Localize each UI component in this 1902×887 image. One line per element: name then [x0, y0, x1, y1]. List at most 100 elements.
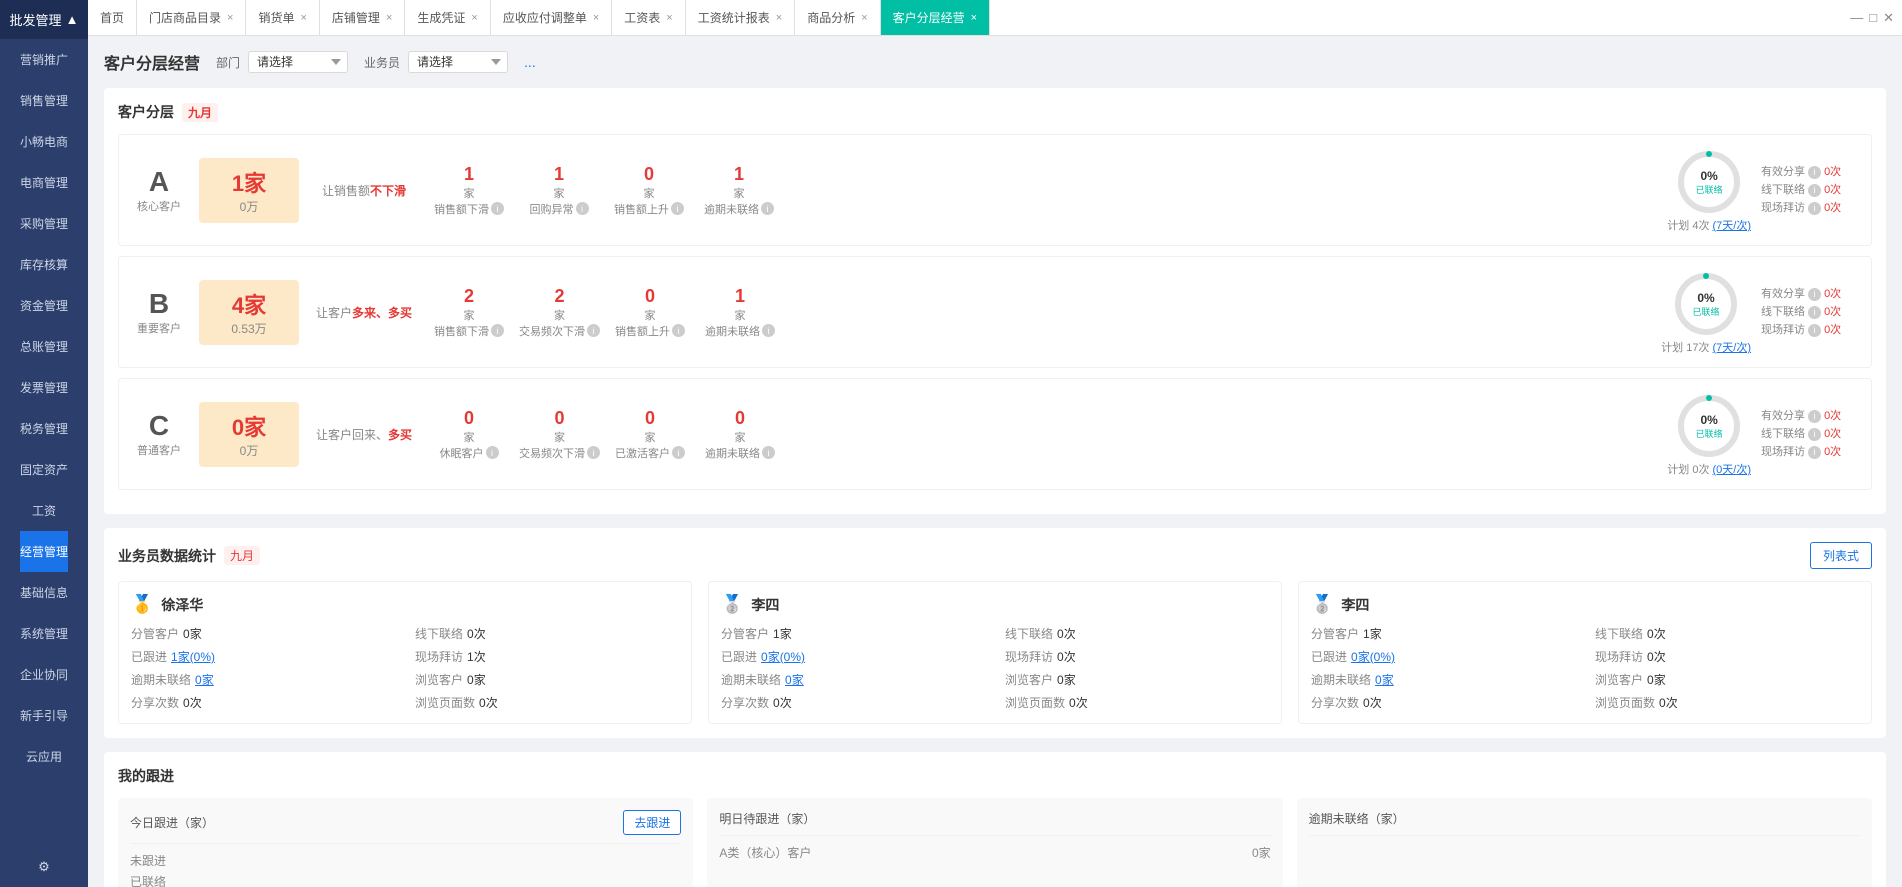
info-icon[interactable]: i: [672, 446, 685, 459]
plan-link[interactable]: (7天/次): [1713, 342, 1752, 354]
filter-more-btn[interactable]: ...: [524, 54, 536, 70]
sidebar-item-11[interactable]: 工资: [20, 490, 68, 531]
info-icon[interactable]: i: [1808, 446, 1821, 459]
sidebar-title[interactable]: 批发管理 ▲: [0, 0, 88, 39]
staff-stat-val[interactable]: 0家: [785, 671, 804, 688]
settings-button[interactable]: ⚙: [0, 847, 88, 887]
sidebar-item-0[interactable]: 营销推广: [20, 39, 68, 80]
info-icon[interactable]: i: [671, 202, 684, 215]
tab-close-6[interactable]: ×: [666, 12, 672, 24]
staff-stat-val[interactable]: 0家(0%): [761, 648, 805, 665]
tab-close-8[interactable]: ×: [861, 12, 867, 24]
sidebar-item-4[interactable]: 采购管理: [20, 203, 68, 244]
info-icon[interactable]: i: [1808, 324, 1821, 337]
tab-close-4[interactable]: ×: [471, 12, 477, 24]
tab-8[interactable]: 商品分析×: [795, 0, 880, 35]
tab-4[interactable]: 生成凭证×: [405, 0, 490, 35]
tab-2[interactable]: 销货单×: [246, 0, 319, 35]
info-icon[interactable]: i: [587, 446, 600, 459]
info-icon[interactable]: i: [491, 202, 504, 215]
info-icon[interactable]: i: [1808, 306, 1821, 319]
sidebar-item-13[interactable]: 基础信息: [20, 572, 68, 613]
sidebar-item-9[interactable]: 税务管理: [20, 408, 68, 449]
close-icon[interactable]: ✕: [1883, 10, 1894, 26]
info-icon[interactable]: i: [1808, 410, 1821, 423]
tab-close-9[interactable]: ×: [971, 12, 977, 24]
info-icon[interactable]: i: [762, 324, 775, 337]
tier-count-B[interactable]: 4家0.53万: [199, 280, 299, 345]
sidebar-item-15[interactable]: 企业协同: [20, 654, 68, 695]
sidebar-item-7[interactable]: 总账管理: [20, 326, 68, 367]
right-stat-label: 现场拜访 i: [1761, 321, 1821, 337]
sidebar-item-10[interactable]: 固定资产: [20, 449, 68, 490]
staff-stat-val[interactable]: 0家: [1375, 671, 1394, 688]
sidebar-item-5[interactable]: 库存核算: [20, 244, 68, 285]
tier-stat-A-3[interactable]: 1家逾期未联络 i: [699, 164, 779, 217]
tab-5[interactable]: 应收应付调整单×: [491, 0, 612, 35]
tier-count-C[interactable]: 0家0万: [199, 402, 299, 467]
staff-stat-label: 分管客户: [1311, 625, 1359, 642]
tab-1[interactable]: 门店商品目录×: [137, 0, 246, 35]
stat-label: 已激活客户 i: [610, 445, 690, 461]
tier-stat-B-1[interactable]: 2家交易频次下滑 i: [519, 286, 600, 339]
dept-select[interactable]: 请选择: [248, 51, 348, 73]
staff-stat-val[interactable]: 1家(0%): [171, 648, 215, 665]
maximize-icon[interactable]: □: [1869, 10, 1877, 25]
tier-stat-C-2[interactable]: 0家已激活客户 i: [610, 408, 690, 461]
info-icon[interactable]: i: [486, 446, 499, 459]
minimize-icon[interactable]: —: [1850, 10, 1863, 25]
tab-6[interactable]: 工资表×: [612, 0, 685, 35]
info-icon[interactable]: i: [1808, 288, 1821, 301]
tab-7[interactable]: 工资统计报表×: [686, 0, 795, 35]
staff-stat-val[interactable]: 0家: [195, 671, 214, 688]
staff-stat-label: 线下联络: [415, 625, 463, 642]
tab-close-2[interactable]: ×: [300, 12, 306, 24]
tier-big-number: 0家: [232, 415, 266, 440]
tier-stat-A-0[interactable]: 1家销售额下滑 i: [429, 164, 509, 217]
list-view-button[interactable]: 列表式: [1810, 542, 1872, 569]
info-icon[interactable]: i: [587, 324, 600, 337]
info-icon[interactable]: i: [491, 324, 504, 337]
tab-close-1[interactable]: ×: [227, 12, 233, 24]
info-icon[interactable]: i: [672, 324, 685, 337]
plan-link[interactable]: (0天/次): [1713, 464, 1752, 476]
goto-follow-button[interactable]: 去跟进: [623, 810, 681, 835]
info-icon[interactable]: i: [761, 202, 774, 215]
sidebar-item-17[interactable]: 云应用: [20, 736, 68, 777]
info-icon[interactable]: i: [1808, 184, 1821, 197]
sidebar-item-12[interactable]: 经营管理: [20, 531, 68, 572]
sidebar-item-6[interactable]: 资金管理: [20, 285, 68, 326]
info-icon[interactable]: i: [1808, 428, 1821, 441]
tab-close-3[interactable]: ×: [386, 12, 392, 24]
sidebar-item-1[interactable]: 销售管理: [20, 80, 68, 121]
tier-stat-A-2[interactable]: 0家销售额上升 i: [609, 164, 689, 217]
sidebar-item-16[interactable]: 新手引导: [20, 695, 68, 736]
info-icon[interactable]: i: [1808, 202, 1821, 215]
stat-unit: 家: [464, 188, 475, 200]
stat-num: 2: [519, 286, 600, 307]
tier-count-A[interactable]: 1家0万: [199, 158, 299, 223]
sales-select[interactable]: 请选择: [408, 51, 508, 73]
info-icon[interactable]: i: [762, 446, 775, 459]
tab-close-7[interactable]: ×: [776, 12, 782, 24]
tier-stat-B-2[interactable]: 0家销售额上升 i: [610, 286, 690, 339]
tier-stat-C-1[interactable]: 0家交易频次下滑 i: [519, 408, 600, 461]
tier-stat-B-0[interactable]: 2家销售额下滑 i: [429, 286, 509, 339]
tab-9[interactable]: 客户分层经营×: [881, 0, 990, 35]
tier-stat-A-1[interactable]: 1家回购异常 i: [519, 164, 599, 217]
sidebar-item-3[interactable]: 电商管理: [20, 162, 68, 203]
sidebar-item-8[interactable]: 发票管理: [20, 367, 68, 408]
tier-stat-B-3[interactable]: 1家逾期未联络 i: [700, 286, 780, 339]
sidebar-item-14[interactable]: 系统管理: [20, 613, 68, 654]
tab-0[interactable]: 首页: [88, 0, 137, 35]
staff-stat-val[interactable]: 0家(0%): [1351, 648, 1395, 665]
tier-stat-C-0[interactable]: 0家休眠客户 i: [429, 408, 509, 461]
info-icon[interactable]: i: [576, 202, 589, 215]
right-stat-2: 现场拜访 i 0次: [1761, 321, 1861, 337]
tab-3[interactable]: 店铺管理×: [320, 0, 405, 35]
plan-link[interactable]: (7天/次): [1713, 220, 1752, 232]
tab-close-5[interactable]: ×: [593, 12, 599, 24]
sidebar-item-2[interactable]: 小畅电商: [20, 121, 68, 162]
tier-stat-C-3[interactable]: 0家逾期未联络 i: [700, 408, 780, 461]
info-icon[interactable]: i: [1808, 166, 1821, 179]
